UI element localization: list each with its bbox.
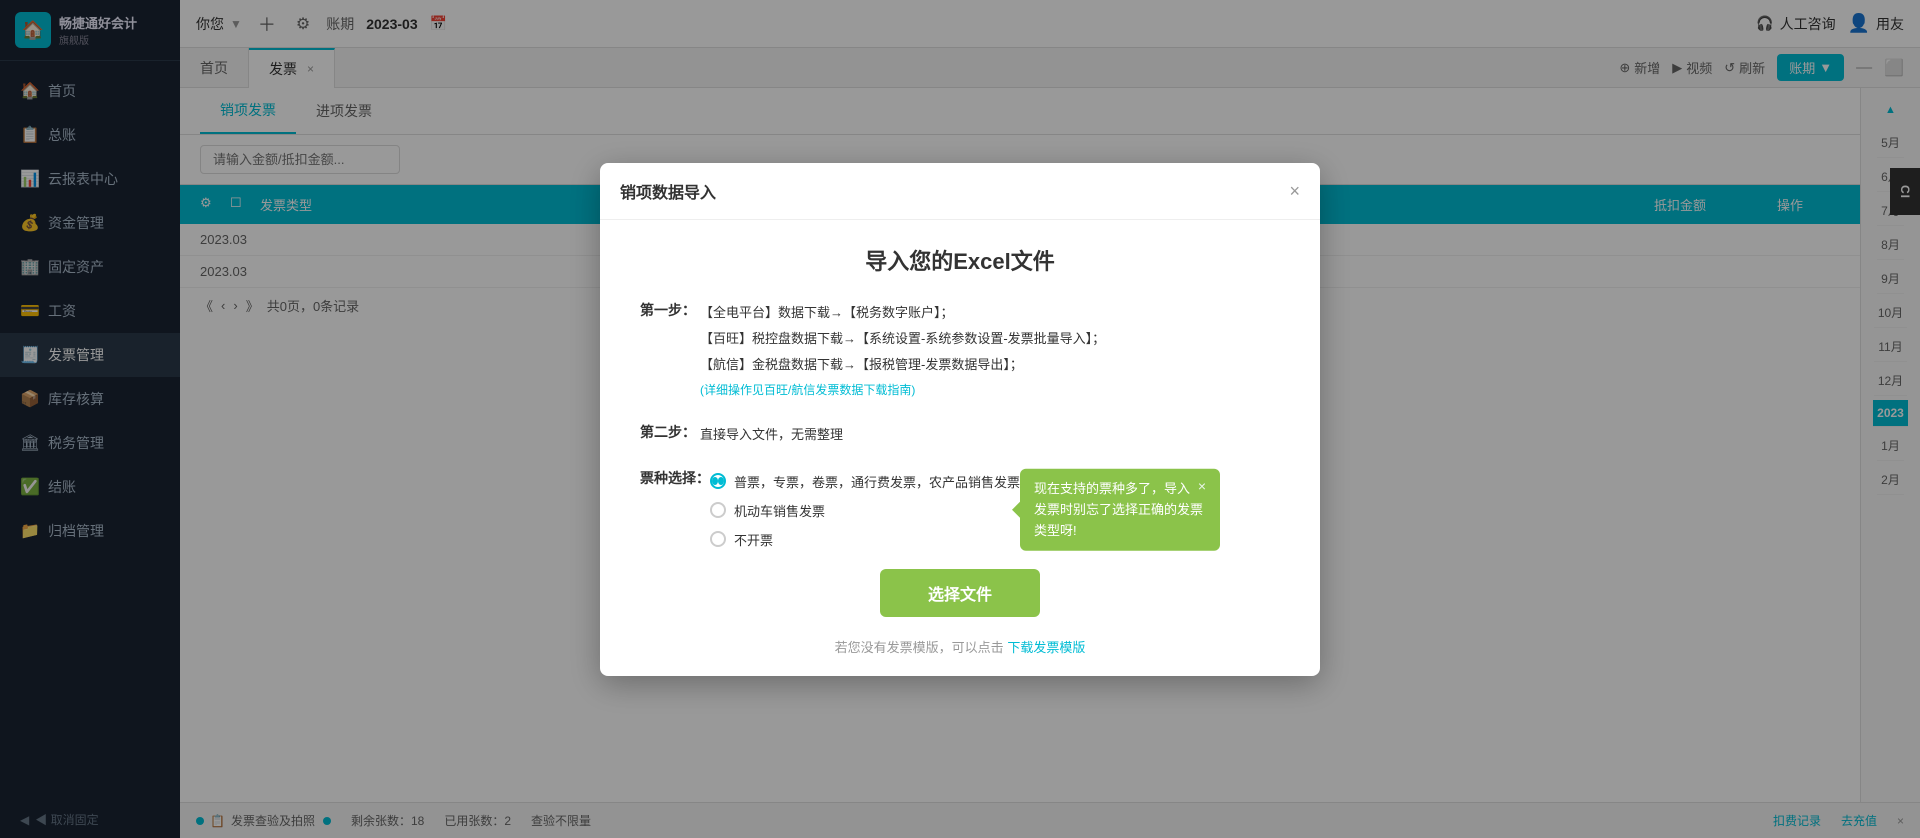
- step2-label: 第二步：: [640, 422, 700, 442]
- select-file-btn[interactable]: 选择文件: [880, 569, 1040, 617]
- step1-label: 第一步：: [640, 300, 700, 320]
- ticket-label: 票种选择：: [640, 468, 710, 488]
- dialog-title: 销项数据导入: [620, 179, 716, 203]
- radio-opt2[interactable]: 机动车销售发票 × 现在支持的票种多了，导入发票时别忘了选择正确的发票类型呀!: [710, 501, 1020, 520]
- dialog-overlay: 销项数据导入 × 导入您的Excel文件 第一步： 【全电平台】数据下载→【税务…: [0, 0, 1920, 838]
- import-title: 导入您的Excel文件: [640, 244, 1280, 276]
- download-guide-link[interactable]: (详细操作见百旺/航信发票数据下载指南): [700, 383, 915, 397]
- radio-opt2-circle: [710, 502, 726, 518]
- radio-opt1[interactable]: 普票，专票，卷票，通行费发票，农产品销售发票: [710, 472, 1020, 491]
- dialog-body: 导入您的Excel文件 第一步： 【全电平台】数据下载→【税务数字账户】； 【百…: [600, 220, 1320, 676]
- import-dialog: 销项数据导入 × 导入您的Excel文件 第一步： 【全电平台】数据下载→【税务…: [600, 163, 1320, 676]
- dialog-close-btn[interactable]: ×: [1289, 182, 1300, 200]
- radio-opt1-circle: [710, 473, 726, 489]
- step-2: 第二步： 直接导入文件，无需整理: [640, 422, 1280, 448]
- radio-opt3-circle: [710, 531, 726, 547]
- dialog-footer: 若您没有发票模版，可以点击 下载发票模版: [640, 637, 1280, 656]
- dialog-header: 销项数据导入 ×: [600, 163, 1320, 220]
- radio-opt3[interactable]: 不开票: [710, 530, 1020, 549]
- download-template-link[interactable]: 下载发票模版: [1007, 640, 1085, 655]
- step-1: 第一步： 【全电平台】数据下载→【税务数字账户】； 【百旺】税控盘数据下载→【系…: [640, 300, 1280, 402]
- radio-group: 普票，专票，卷票，通行费发票，农产品销售发票 机动车销售发票 × 现在支持的票种…: [710, 472, 1020, 549]
- step2-text: 直接导入文件，无需整理: [700, 422, 843, 448]
- tooltip-close-btn[interactable]: ×: [1198, 479, 1206, 493]
- ticket-select: 票种选择： 普票，专票，卷票，通行费发票，农产品销售发票 机动车销售发票: [640, 468, 1280, 549]
- tooltip-bubble: × 现在支持的票种多了，导入发票时别忘了选择正确的发票类型呀!: [1020, 469, 1220, 551]
- step1-text: 【全电平台】数据下载→【税务数字账户】； 【百旺】税控盘数据下载→【系统设置-系…: [700, 300, 1105, 402]
